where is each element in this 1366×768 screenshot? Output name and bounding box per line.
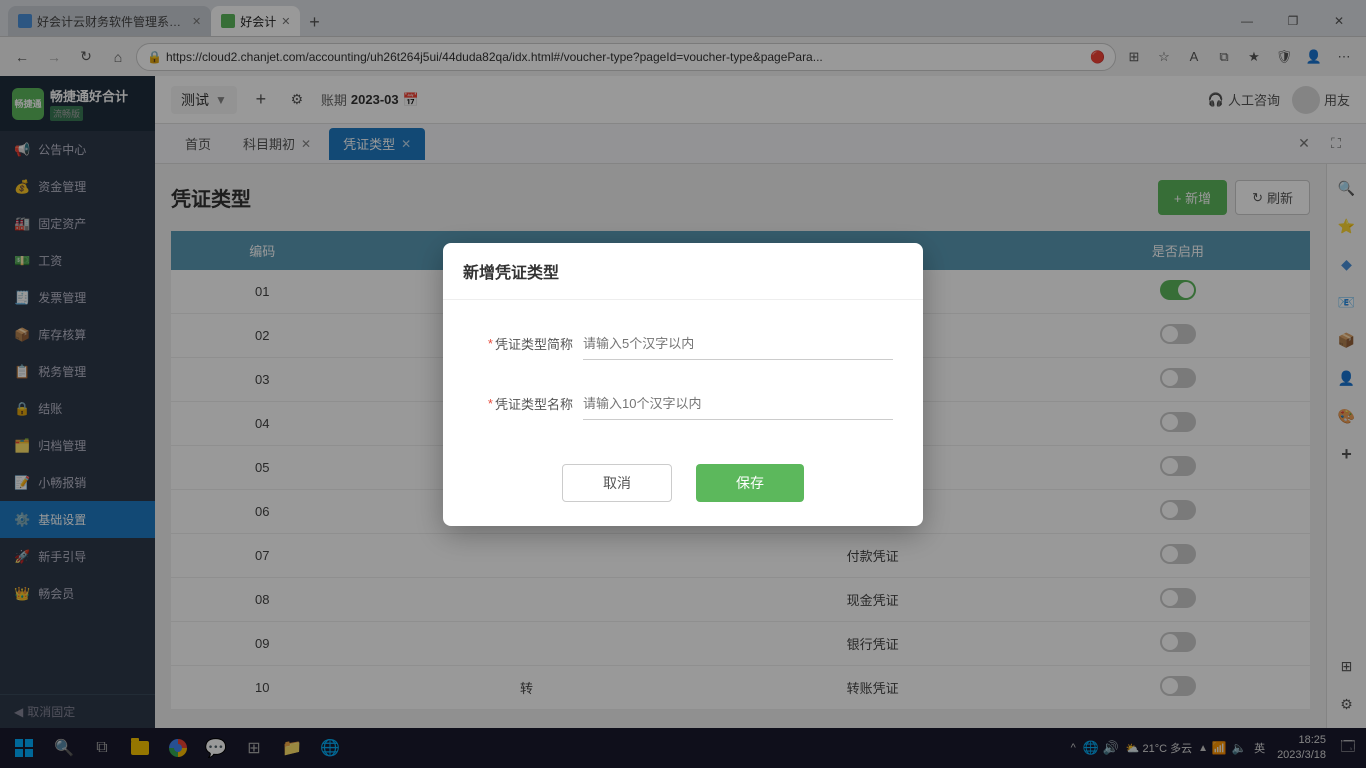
cancel-button[interactable]: 取消 xyxy=(562,464,672,502)
form-row-name: * 凭证类型名称 xyxy=(473,388,893,420)
modal-footer: 取消 保存 xyxy=(443,452,923,526)
modal-overlay: 新增凭证类型 * 凭证类型简称 * 凭证类型名称 取消 保存 xyxy=(0,0,1366,768)
modal: 新增凭证类型 * 凭证类型简称 * 凭证类型名称 取消 保存 xyxy=(443,243,923,526)
abbr-input[interactable] xyxy=(583,328,893,360)
required-star2: * xyxy=(488,396,493,411)
save-button[interactable]: 保存 xyxy=(696,464,804,502)
modal-body: * 凭证类型简称 * 凭证类型名称 xyxy=(443,300,923,452)
form-label-abbr: * 凭证类型简称 xyxy=(473,334,583,353)
name-input[interactable] xyxy=(583,388,893,420)
modal-title: 新增凭证类型 xyxy=(463,259,559,283)
modal-header: 新增凭证类型 xyxy=(443,243,923,300)
form-row-abbr: * 凭证类型简称 xyxy=(473,328,893,360)
form-label-name: * 凭证类型名称 xyxy=(473,394,583,413)
required-star: * xyxy=(488,336,493,351)
